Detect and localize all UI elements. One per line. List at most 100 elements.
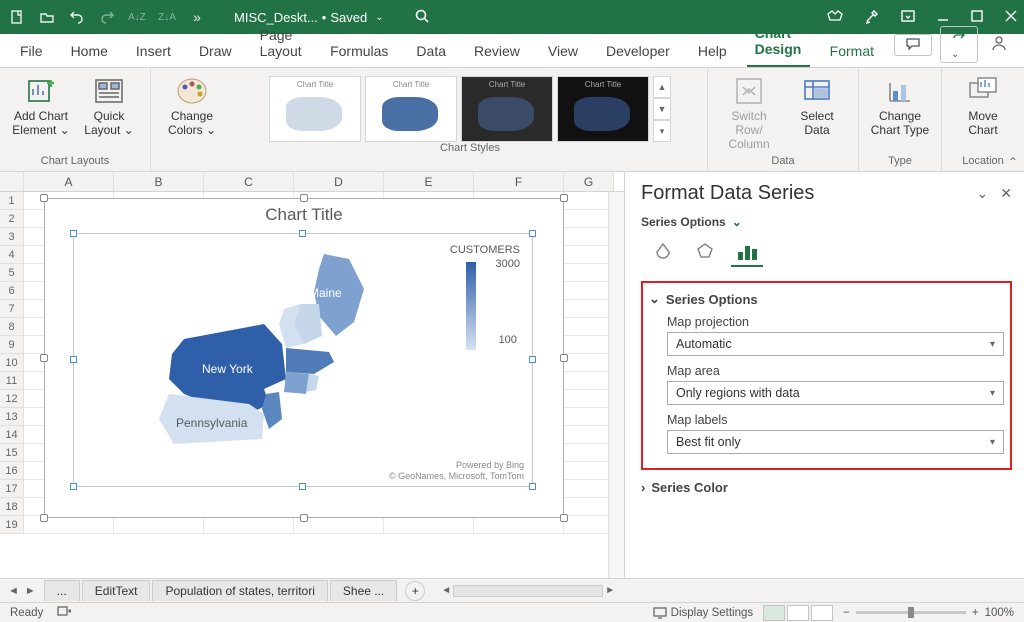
- state-ct[interactable]: [284, 372, 309, 394]
- row-header[interactable]: 1: [0, 192, 24, 210]
- map-area-select[interactable]: Only regions with data: [667, 381, 1004, 405]
- sheet-tab-ellipsis[interactable]: ...: [44, 580, 80, 601]
- row-header[interactable]: 14: [0, 426, 24, 444]
- fix-icon[interactable]: [864, 8, 880, 27]
- col-header[interactable]: F: [474, 172, 564, 191]
- row-header[interactable]: 15: [0, 444, 24, 462]
- chart-legend[interactable]: CUSTOMERS 3000 100: [450, 244, 520, 354]
- premium-icon[interactable]: [826, 8, 844, 27]
- tab-review[interactable]: Review: [466, 37, 528, 67]
- resize-handle[interactable]: [560, 194, 568, 202]
- add-chart-element-button[interactable]: Add Chart Element ⌄: [10, 72, 72, 138]
- fill-line-icon[interactable]: [647, 239, 679, 267]
- close-icon[interactable]: [1004, 9, 1018, 26]
- row-header[interactable]: 11: [0, 372, 24, 390]
- change-colors-button[interactable]: Change Colors ⌄: [161, 72, 223, 138]
- series-options-icon[interactable]: [731, 239, 763, 267]
- new-sheet-button[interactable]: +: [405, 581, 425, 601]
- gallery-more-icon[interactable]: ▾: [653, 120, 671, 142]
- chart-style-2[interactable]: Chart Title: [365, 76, 457, 142]
- col-header[interactable]: C: [204, 172, 294, 191]
- row-header[interactable]: 9: [0, 336, 24, 354]
- sort-desc-icon[interactable]: Z↓A: [156, 6, 178, 28]
- account-icon[interactable]: [986, 32, 1012, 57]
- vertical-scrollbar[interactable]: [608, 192, 624, 578]
- row-header[interactable]: 18: [0, 498, 24, 516]
- row-header[interactable]: 17: [0, 480, 24, 498]
- row-header[interactable]: 12: [0, 390, 24, 408]
- view-page-break-icon[interactable]: [811, 605, 833, 621]
- sheet-nav-next-icon[interactable]: ►: [25, 585, 36, 597]
- zoom-in-icon[interactable]: +: [972, 607, 979, 619]
- hscroll-left-icon[interactable]: ◄: [441, 585, 451, 596]
- ribbon-mode-icon[interactable]: [900, 8, 916, 27]
- select-data-button[interactable]: Select Data: [786, 72, 848, 138]
- tab-draw[interactable]: Draw: [191, 37, 240, 67]
- tab-format[interactable]: Format: [822, 37, 882, 67]
- row-header[interactable]: 3: [0, 228, 24, 246]
- tab-file[interactable]: File: [12, 37, 51, 67]
- change-chart-type-button[interactable]: Change Chart Type: [869, 72, 931, 138]
- row-header[interactable]: 6: [0, 282, 24, 300]
- zoom-control[interactable]: − + 100%: [843, 607, 1014, 619]
- tab-data[interactable]: Data: [408, 37, 454, 67]
- redo-icon[interactable]: [96, 6, 118, 28]
- qat-more-icon[interactable]: »: [186, 6, 208, 28]
- select-all-cell[interactable]: [0, 172, 24, 191]
- row-header[interactable]: 8: [0, 318, 24, 336]
- state-ma[interactable]: [286, 348, 334, 374]
- tab-view[interactable]: View: [540, 37, 586, 67]
- view-page-layout-icon[interactable]: [787, 605, 809, 621]
- tab-chart-design[interactable]: Chart Design: [747, 19, 810, 67]
- row-header[interactable]: 2: [0, 210, 24, 228]
- display-settings-button[interactable]: Display Settings: [653, 607, 753, 619]
- chart-style-1[interactable]: Chart Title: [269, 76, 361, 142]
- tab-home[interactable]: Home: [63, 37, 116, 67]
- effects-icon[interactable]: [689, 239, 721, 267]
- tab-developer[interactable]: Developer: [598, 37, 678, 67]
- comments-button[interactable]: [894, 34, 932, 56]
- section-series-options[interactable]: ⌄ Series Options: [649, 291, 1004, 307]
- sheet-tab[interactable]: Shee ...: [330, 580, 397, 601]
- zoom-percent[interactable]: 100%: [985, 607, 1014, 619]
- tab-formulas[interactable]: Formulas: [322, 37, 396, 67]
- resize-handle[interactable]: [40, 514, 48, 522]
- zoom-out-icon[interactable]: −: [843, 607, 850, 619]
- chevron-down-icon[interactable]: ⌄: [375, 12, 383, 23]
- new-file-icon[interactable]: [6, 6, 28, 28]
- tab-help[interactable]: Help: [690, 37, 735, 67]
- hscroll-right-icon[interactable]: ►: [605, 585, 615, 596]
- zoom-slider[interactable]: [856, 611, 966, 614]
- worksheet[interactable]: A B C D E F G 12345678910111213141516171…: [0, 172, 624, 578]
- collapse-ribbon-icon[interactable]: ⌃: [1008, 155, 1018, 169]
- chart-style-3[interactable]: Chart Title: [461, 76, 553, 142]
- chart-object[interactable]: Chart Title CUSTOMERS 3000 100: [44, 198, 564, 518]
- row-header[interactable]: 19: [0, 516, 24, 534]
- undo-icon[interactable]: [66, 6, 88, 28]
- col-header[interactable]: D: [294, 172, 384, 191]
- resize-handle[interactable]: [40, 194, 48, 202]
- macro-record-icon[interactable]: [57, 605, 71, 620]
- resize-handle[interactable]: [560, 354, 568, 362]
- resize-handle[interactable]: [300, 514, 308, 522]
- sort-asc-icon[interactable]: A↓Z: [126, 6, 148, 28]
- plot-area[interactable]: CUSTOMERS 3000 100: [73, 233, 533, 487]
- minimize-icon[interactable]: [936, 9, 950, 26]
- row-header[interactable]: 13: [0, 408, 24, 426]
- col-header[interactable]: E: [384, 172, 474, 191]
- map-area[interactable]: Maine New York Pennsylvania: [114, 244, 394, 474]
- pane-close-icon[interactable]: ✕: [1000, 185, 1012, 202]
- chart-title[interactable]: Chart Title: [45, 199, 563, 231]
- tab-page-layout[interactable]: Page Layout: [252, 21, 310, 67]
- resize-handle[interactable]: [300, 194, 308, 202]
- search-icon[interactable]: [414, 8, 430, 27]
- horizontal-scrollbar[interactable]: [453, 585, 603, 597]
- sheet-nav-prev-icon[interactable]: ◄: [8, 585, 19, 597]
- map-labels-select[interactable]: Best fit only: [667, 430, 1004, 454]
- open-file-icon[interactable]: [36, 6, 58, 28]
- gallery-down-icon[interactable]: ▼: [653, 98, 671, 120]
- map-projection-select[interactable]: Automatic: [667, 332, 1004, 356]
- section-series-color[interactable]: › Series Color: [641, 480, 1012, 495]
- move-chart-button[interactable]: Move Chart: [952, 72, 1014, 138]
- maximize-icon[interactable]: [970, 9, 984, 26]
